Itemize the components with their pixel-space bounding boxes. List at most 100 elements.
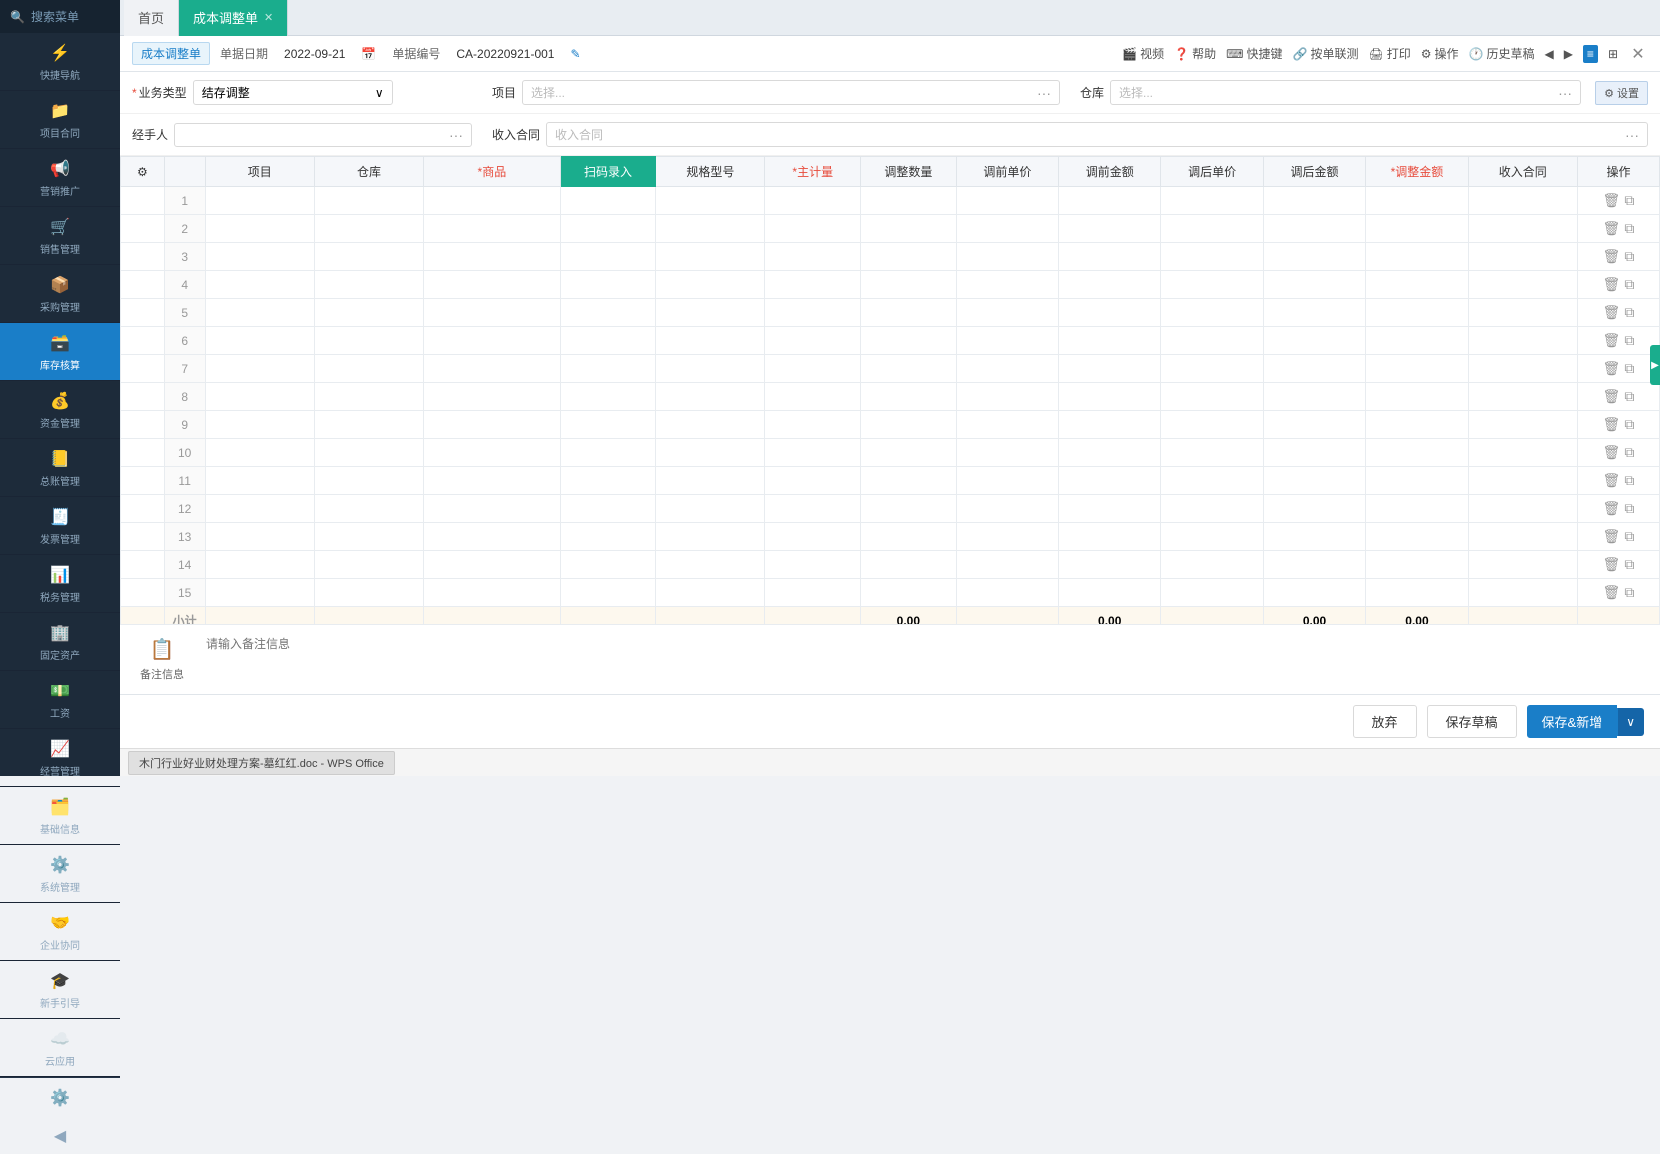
project-input[interactable]: 选择... ··· — [522, 80, 1060, 105]
note-input[interactable] — [202, 633, 1648, 655]
row-prev-amount-13[interactable] — [1059, 523, 1161, 551]
row-after-price-8[interactable] — [1161, 383, 1263, 411]
sidebar-item-tax[interactable]: 📊税务管理 — [0, 555, 120, 613]
row-scan-15[interactable] — [560, 579, 656, 607]
row-income-10[interactable] — [1468, 439, 1577, 467]
row-spec-9[interactable] — [656, 411, 765, 439]
row-scan-6[interactable] — [560, 327, 656, 355]
row-spec-8[interactable] — [656, 383, 765, 411]
sidebar-item-finance[interactable]: 💰资金管理 — [0, 381, 120, 439]
row-after-price-3[interactable] — [1161, 243, 1263, 271]
row-warehouse-7[interactable] — [314, 355, 423, 383]
row-qty-15[interactable] — [861, 579, 957, 607]
row-income-4[interactable] — [1468, 271, 1577, 299]
row-scan-5[interactable] — [560, 299, 656, 327]
row-after-amount-3[interactable] — [1263, 243, 1365, 271]
row-income-12[interactable] — [1468, 495, 1577, 523]
action-video[interactable]: 🎬 视频 — [1122, 45, 1164, 62]
sidebar-item-ops[interactable]: 📈经营管理 — [0, 729, 120, 787]
row-goods-13[interactable] — [424, 523, 561, 551]
row-qty-3[interactable] — [861, 243, 957, 271]
row-prev-price-13[interactable] — [956, 523, 1058, 551]
row-goods-5[interactable] — [424, 299, 561, 327]
row-goods-10[interactable] — [424, 439, 561, 467]
row-after-amount-1[interactable] — [1263, 187, 1365, 215]
row-copy-11[interactable]: ⧉ — [1624, 472, 1634, 489]
row-prev-amount-10[interactable] — [1059, 439, 1161, 467]
row-unit-3[interactable] — [765, 243, 861, 271]
row-adj-amount-13[interactable] — [1366, 523, 1468, 551]
row-goods-14[interactable] — [424, 551, 561, 579]
action-test[interactable]: 🔗 按单联测 — [1292, 45, 1358, 62]
row-prev-price-8[interactable] — [956, 383, 1058, 411]
window-close-btn[interactable]: ✕ — [1628, 44, 1648, 64]
row-spec-15[interactable] — [656, 579, 765, 607]
row-unit-8[interactable] — [765, 383, 861, 411]
row-adj-amount-7[interactable] — [1366, 355, 1468, 383]
row-adj-amount-12[interactable] — [1366, 495, 1468, 523]
income-contract-input[interactable]: 收入合同 ··· — [546, 122, 1648, 147]
row-project-4[interactable] — [205, 271, 314, 299]
row-spec-2[interactable] — [656, 215, 765, 243]
row-unit-10[interactable] — [765, 439, 861, 467]
row-spec-4[interactable] — [656, 271, 765, 299]
row-scan-3[interactable] — [560, 243, 656, 271]
row-income-6[interactable] — [1468, 327, 1577, 355]
row-adj-amount-11[interactable] — [1366, 467, 1468, 495]
row-spec-5[interactable] — [656, 299, 765, 327]
action-ops[interactable]: ⚙ 操作 — [1421, 45, 1459, 62]
row-after-price-12[interactable] — [1161, 495, 1263, 523]
row-copy-14[interactable]: ⧉ — [1624, 556, 1634, 573]
row-prev-amount-6[interactable] — [1059, 327, 1161, 355]
row-prev-price-12[interactable] — [956, 495, 1058, 523]
row-spec-14[interactable] — [656, 551, 765, 579]
row-after-price-9[interactable] — [1161, 411, 1263, 439]
row-warehouse-6[interactable] — [314, 327, 423, 355]
row-prev-amount-11[interactable] — [1059, 467, 1161, 495]
row-after-amount-7[interactable] — [1263, 355, 1365, 383]
row-unit-15[interactable] — [765, 579, 861, 607]
row-income-8[interactable] — [1468, 383, 1577, 411]
row-spec-7[interactable] — [656, 355, 765, 383]
row-copy-4[interactable]: ⧉ — [1624, 276, 1634, 293]
row-prev-amount-15[interactable] — [1059, 579, 1161, 607]
row-delete-14[interactable]: 🗑 — [1603, 556, 1621, 573]
row-adj-amount-10[interactable] — [1366, 439, 1468, 467]
row-after-price-11[interactable] — [1161, 467, 1263, 495]
row-goods-7[interactable] — [424, 355, 561, 383]
row-scan-8[interactable] — [560, 383, 656, 411]
wps-tab[interactable]: 木门行业好业财处理方案-墓红红.doc - WPS Office — [128, 751, 395, 775]
row-warehouse-1[interactable] — [314, 187, 423, 215]
row-copy-5[interactable]: ⧉ — [1624, 304, 1634, 321]
row-income-9[interactable] — [1468, 411, 1577, 439]
save-new-button[interactable]: 保存&新增 — [1527, 705, 1618, 738]
row-delete-3[interactable]: 🗑 — [1603, 248, 1621, 265]
row-goods-2[interactable] — [424, 215, 561, 243]
row-after-price-2[interactable] — [1161, 215, 1263, 243]
row-adj-amount-6[interactable] — [1366, 327, 1468, 355]
row-prev-amount-4[interactable] — [1059, 271, 1161, 299]
row-after-price-10[interactable] — [1161, 439, 1263, 467]
row-delete-13[interactable]: 🗑 — [1603, 528, 1621, 545]
row-prev-price-15[interactable] — [956, 579, 1058, 607]
row-after-price-5[interactable] — [1161, 299, 1263, 327]
row-scan-12[interactable] — [560, 495, 656, 523]
sidebar-item-base[interactable]: 🗂️基础信息 — [0, 787, 120, 845]
row-qty-4[interactable] — [861, 271, 957, 299]
row-goods-11[interactable] — [424, 467, 561, 495]
row-delete-2[interactable]: 🗑 — [1603, 220, 1621, 237]
row-after-price-4[interactable] — [1161, 271, 1263, 299]
row-project-5[interactable] — [205, 299, 314, 327]
row-goods-6[interactable] — [424, 327, 561, 355]
row-goods-15[interactable] — [424, 579, 561, 607]
sidebar-item-system[interactable]: ⚙️系统管理 — [0, 845, 120, 903]
handler-input[interactable]: ··· — [174, 123, 472, 147]
row-adj-amount-9[interactable] — [1366, 411, 1468, 439]
row-goods-12[interactable] — [424, 495, 561, 523]
row-prev-price-5[interactable] — [956, 299, 1058, 327]
sidebar-item-salary[interactable]: 💵工资 — [0, 671, 120, 729]
row-copy-8[interactable]: ⧉ — [1624, 388, 1634, 405]
row-after-amount-13[interactable] — [1263, 523, 1365, 551]
row-unit-5[interactable] — [765, 299, 861, 327]
row-project-3[interactable] — [205, 243, 314, 271]
